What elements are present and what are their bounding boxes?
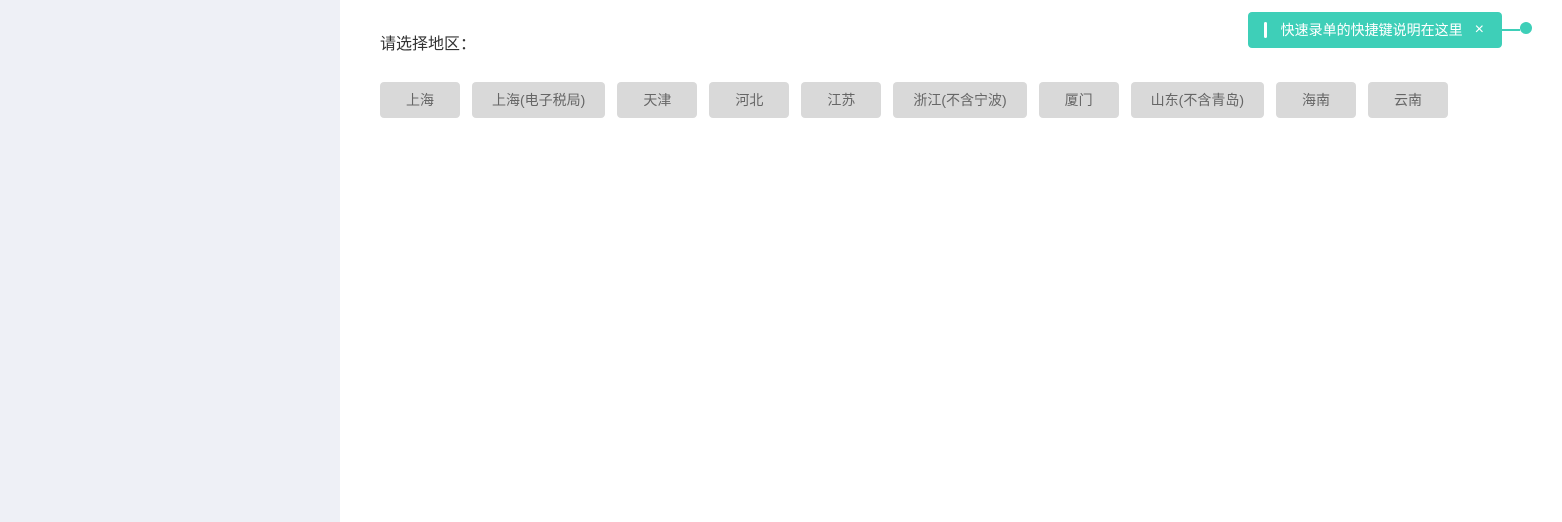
tooltip-banner: 快速录单的快捷键说明在这里 ×	[1248, 12, 1502, 48]
tooltip-connector-line	[1500, 29, 1520, 31]
region-button-3[interactable]: 河北	[709, 82, 789, 118]
region-button-7[interactable]: 山东(不含青岛)	[1131, 82, 1264, 118]
region-button-0[interactable]: 上海	[380, 82, 460, 118]
region-button-6[interactable]: 厦门	[1039, 82, 1119, 118]
region-button-4[interactable]: 江苏	[801, 82, 881, 118]
region-button-2[interactable]: 天津	[617, 82, 697, 118]
region-button-group: 上海上海(电子税局) 天津河北江苏浙江(不含宁波) 厦门山东(不含青岛) 海南云南	[380, 82, 1522, 118]
region-button-1[interactable]: 上海(电子税局)	[472, 82, 605, 118]
sidebar	[0, 0, 340, 522]
tooltip-close-button[interactable]: ×	[1473, 22, 1486, 38]
tooltip-dot-indicator	[1520, 22, 1532, 34]
tooltip-text: 快速录单的快捷键说明在这里	[1281, 20, 1463, 40]
region-button-8[interactable]: 海南	[1276, 82, 1356, 118]
main-content: 请选择地区： 上海上海(电子税局)天津河北江苏浙江(不含宁波)厦门山东(不含青岛…	[340, 0, 1562, 522]
region-button-9[interactable]: 云南	[1368, 82, 1448, 118]
region-button-5[interactable]: 浙江(不含宁波)	[893, 82, 1026, 118]
